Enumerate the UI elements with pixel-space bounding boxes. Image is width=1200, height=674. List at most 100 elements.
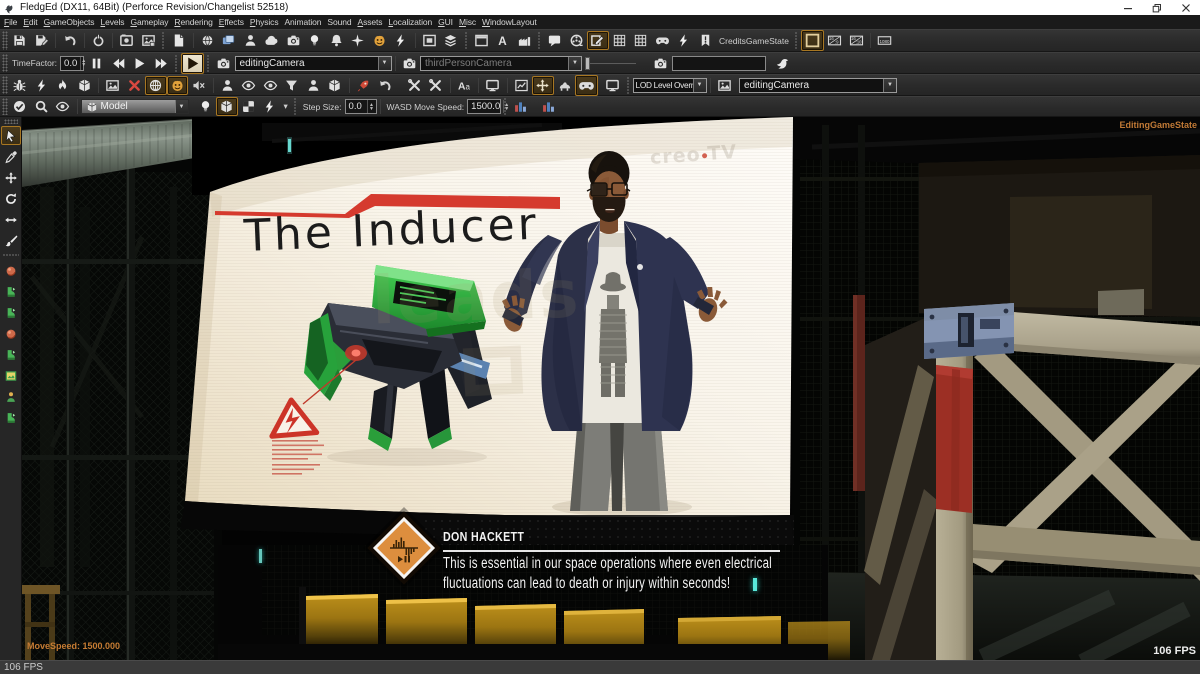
- fast-forward-button[interactable]: [151, 54, 173, 73]
- play-button[interactable]: [129, 54, 151, 73]
- window-inner-button[interactable]: [419, 31, 441, 50]
- save-button[interactable]: [9, 31, 31, 50]
- visibility-button[interactable]: [52, 97, 74, 116]
- menu-gameplay[interactable]: Gameplay: [127, 17, 171, 27]
- mute-actors-button[interactable]: [188, 76, 210, 95]
- delete-button[interactable]: [124, 76, 146, 95]
- tools-b-button[interactable]: [425, 76, 447, 95]
- quick-bolt-button[interactable]: [673, 31, 695, 50]
- dialog-button[interactable]: [544, 31, 566, 50]
- paint-tool-button[interactable]: [1, 231, 21, 250]
- render-camera-select-arrow[interactable]: ▼: [883, 78, 896, 92]
- profile-chart-b-button[interactable]: [538, 97, 560, 116]
- debug-flame-button[interactable]: [52, 76, 74, 95]
- play-game-button[interactable]: [181, 52, 205, 74]
- model-box-button[interactable]: [216, 97, 238, 116]
- stepsize-value[interactable]: 0.0: [346, 101, 367, 112]
- step-back-button[interactable]: [108, 54, 130, 73]
- timefactor-value-arrows[interactable]: ▲ ▼: [80, 56, 86, 70]
- model-mode-select[interactable]: Model ▼: [80, 99, 189, 114]
- move-tool-button[interactable]: [1, 168, 21, 187]
- debug-bolt-button[interactable]: [31, 76, 53, 95]
- spawn-light-button[interactable]: [304, 31, 326, 50]
- stepsize-value-arrows[interactable]: ▲ ▼: [366, 100, 376, 113]
- menu-sound[interactable]: Sound: [324, 17, 354, 27]
- search-button[interactable]: [31, 97, 53, 116]
- third-person-camera-select[interactable]: thirdPersonCamera ▼: [420, 55, 583, 71]
- menu-effects[interactable]: Effects: [216, 17, 247, 27]
- lighting-button[interactable]: [195, 97, 217, 116]
- show-eye-a-button[interactable]: [238, 76, 260, 95]
- menu-misc[interactable]: Misc: [456, 17, 479, 27]
- undo-scene-button[interactable]: [374, 76, 396, 95]
- undo-button[interactable]: [59, 31, 81, 50]
- spawn-npc-button[interactable]: [369, 31, 391, 50]
- screenshot-button[interactable]: [116, 31, 138, 50]
- timefactor-value[interactable]: 0.0: [61, 58, 80, 69]
- gui-scene-button[interactable]: [514, 31, 536, 50]
- layers-button[interactable]: [440, 31, 462, 50]
- edit-gamestate-button[interactable]: [587, 31, 609, 50]
- toolbar-grip[interactable]: [2, 76, 8, 94]
- toolbar-grip[interactable]: [2, 54, 8, 72]
- monitor-a-button[interactable]: [482, 76, 504, 95]
- view-image-button[interactable]: [102, 76, 124, 95]
- menu-file[interactable]: File: [1, 17, 20, 27]
- cutscene-button[interactable]: [566, 31, 588, 50]
- render-camera-select[interactable]: editingCamera ▼: [739, 77, 897, 93]
- spawn-effect-button[interactable]: [347, 31, 369, 50]
- show-eye-b-button[interactable]: [260, 76, 282, 95]
- creature-button[interactable]: [554, 76, 576, 95]
- marker-red-b-button[interactable]: [1, 324, 21, 343]
- toolbar-grip[interactable]: [2, 98, 8, 115]
- grid-a-button[interactable]: [609, 31, 631, 50]
- move-gizmo-button[interactable]: [532, 75, 554, 95]
- close-button[interactable]: [1171, 0, 1200, 15]
- camera-a-button[interactable]: [213, 54, 235, 73]
- toolbar-grip[interactable]: [2, 31, 8, 50]
- menu-gameobjects[interactable]: GameObjects: [41, 17, 98, 27]
- npc-mode-button[interactable]: [166, 75, 188, 95]
- spawn-camera-button[interactable]: [283, 31, 305, 50]
- camera-b-button[interactable]: [399, 54, 421, 73]
- checker-button[interactable]: [238, 97, 260, 116]
- grid-b-button[interactable]: [630, 31, 652, 50]
- minimize-button[interactable]: [1113, 0, 1142, 15]
- menu-gui[interactable]: GUI: [435, 17, 456, 27]
- pause-button[interactable]: [86, 54, 108, 73]
- viewport-3d[interactable]: The Inducer leads creo TV EditingGameStat…: [22, 117, 1200, 660]
- aspect-free-button[interactable]: [800, 30, 824, 51]
- rotate-tool-button[interactable]: [1, 189, 21, 208]
- title-bar[interactable]: FledgEd (DX11, 64Bit) (Perforce Revision…: [0, 0, 1200, 15]
- menu-assets[interactable]: Assets: [354, 17, 385, 27]
- editing-camera-select[interactable]: editingCamera ▼: [234, 55, 392, 71]
- bird-button[interactable]: [772, 54, 794, 73]
- speed-bolt-button[interactable]: [259, 97, 281, 116]
- debug-box-button[interactable]: [74, 76, 96, 95]
- validate-button[interactable]: [9, 97, 31, 116]
- restore-button[interactable]: [1142, 0, 1171, 15]
- profile-chart-a-button[interactable]: [510, 97, 532, 116]
- resolution-1080-button[interactable]: 1080: [874, 31, 896, 50]
- left-toolbar-grip[interactable]: [3, 119, 18, 124]
- gamepad-control-button[interactable]: [575, 74, 598, 96]
- spawn-cloud-button[interactable]: [261, 31, 283, 50]
- spawn-sphere-button[interactable]: [197, 31, 219, 50]
- filter-funnel-button[interactable]: [281, 76, 303, 95]
- font-settings-button[interactable]: Aa: [454, 76, 476, 95]
- menu-physics[interactable]: Physics: [247, 17, 282, 27]
- notes-button[interactable]: [695, 31, 717, 50]
- gui-window-button[interactable]: [471, 31, 493, 50]
- aspect-16-9-button[interactable]: 16:9: [824, 31, 846, 50]
- camera-c-button[interactable]: [650, 54, 672, 73]
- gamepad-button[interactable]: [652, 31, 674, 50]
- gui-font-button[interactable]: A: [492, 31, 514, 50]
- spawn-bolt-button[interactable]: [390, 31, 412, 50]
- cards-button[interactable]: [218, 31, 240, 50]
- walk-marker-c-button[interactable]: [1, 345, 21, 364]
- spawn-trigger-button[interactable]: [326, 31, 348, 50]
- scale-tool-button[interactable]: [1, 210, 21, 229]
- actor-marker-button[interactable]: [1, 387, 21, 406]
- texture-marker-button[interactable]: [1, 366, 21, 385]
- third-person-camera-select-arrow[interactable]: ▼: [568, 56, 582, 70]
